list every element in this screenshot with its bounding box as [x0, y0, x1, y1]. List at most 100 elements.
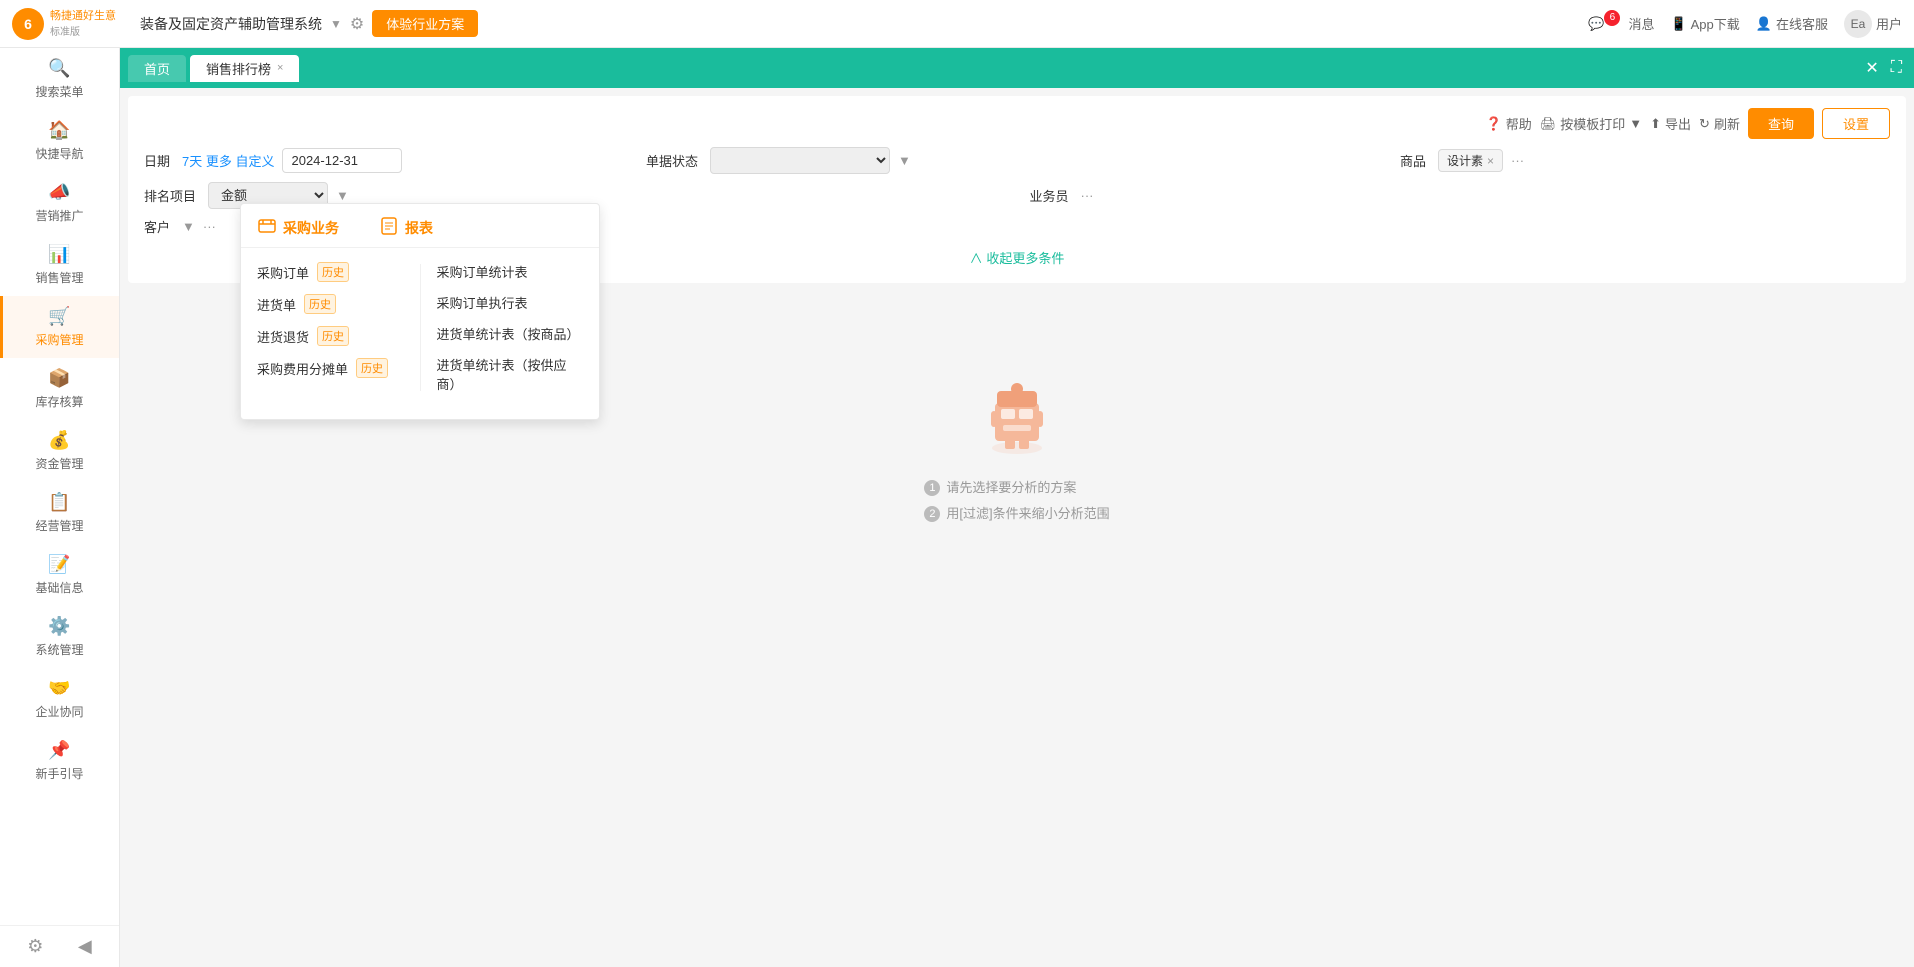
- sidebar-label-cooperation: 企业协同: [35, 703, 83, 720]
- purchase-col: 采购订单 历史 进货单 历史 进货退货 历史 采购费用分摊单 历史: [241, 256, 420, 399]
- print-dropdown-icon[interactable]: ▼: [1629, 116, 1642, 131]
- collapse-up-icon: ∧: [970, 251, 983, 266]
- logo-text: 畅捷通好生意: [50, 9, 116, 23]
- sidebar-item-capital[interactable]: 💰 资金管理: [0, 420, 119, 482]
- user-action[interactable]: Ea 用户: [1844, 10, 1902, 38]
- voucher-status-dropdown[interactable]: ▼: [898, 153, 911, 168]
- avatar-initial: Ea: [1851, 17, 1866, 31]
- avatar: Ea: [1844, 10, 1872, 38]
- system-gear-icon[interactable]: ⚙: [350, 14, 364, 34]
- receipt-by-goods-label: 进货单统计表（按商品）: [437, 324, 580, 343]
- voucher-status-label: 单据状态: [646, 151, 698, 170]
- tab-maximize-icon[interactable]: ⛶: [1887, 55, 1906, 81]
- tab-close-window-icon[interactable]: ✕: [1861, 54, 1882, 82]
- marketing-icon: 📣: [48, 182, 70, 203]
- menu-item-goods-return[interactable]: 进货退货 历史: [249, 320, 412, 352]
- menu-item-purchase-order[interactable]: 采购订单 历史: [249, 256, 412, 288]
- goods-tag-close[interactable]: ×: [1487, 154, 1494, 168]
- staff-more-icon[interactable]: ···: [1081, 188, 1094, 203]
- query-btn[interactable]: 查询: [1748, 108, 1814, 139]
- active-bar: [0, 296, 3, 358]
- online-service-action[interactable]: 👤 在线客服: [1756, 14, 1828, 33]
- menu-item-purchase-expense[interactable]: 采购费用分摊单 历史: [249, 352, 412, 384]
- help-label: 帮助: [1506, 114, 1532, 133]
- menu-header: 采购业务 报表: [241, 216, 599, 248]
- sales-icon: 📊: [48, 244, 70, 265]
- sidebar-label-quick: 快捷导航: [35, 145, 83, 162]
- customer-dropdown[interactable]: ▼: [182, 219, 195, 234]
- goods-tag-label: 设计素: [1447, 152, 1483, 169]
- tab-actions: ✕ ⛶: [1861, 54, 1906, 82]
- sidebar-item-purchase[interactable]: 🛒 采购管理: [0, 296, 119, 358]
- goods-tag[interactable]: 设计素 ×: [1438, 149, 1503, 172]
- goods-return-label: 进货退货: [257, 327, 309, 346]
- sidebar-item-quick[interactable]: 🏠 快捷导航: [0, 110, 119, 172]
- message-action[interactable]: 💬 6 消息: [1588, 14, 1654, 33]
- sidebar-label-inventory: 库存核算: [35, 393, 83, 410]
- settings-btn[interactable]: 设置: [1822, 108, 1890, 139]
- menu-columns: 采购订单 历史 进货单 历史 进货退货 历史 采购费用分摊单 历史: [241, 248, 599, 407]
- tab-close-icon[interactable]: ×: [277, 62, 283, 74]
- sidebar-label-sales: 销售管理: [35, 269, 83, 286]
- po-summary-label: 采购订单统计表: [437, 262, 528, 281]
- menu-item-po-summary[interactable]: 采购订单统计表: [429, 256, 592, 287]
- tip-num-1: 1: [924, 480, 940, 496]
- sidebar-settings-icon[interactable]: ⚙: [27, 936, 43, 957]
- menu-item-po-execution[interactable]: 采购订单执行表: [429, 287, 592, 318]
- tab-sales-ranking[interactable]: 销售排行榜 ×: [190, 55, 299, 82]
- message-label: 消息: [1628, 14, 1654, 33]
- goods-receipt-history: 历史: [304, 294, 336, 314]
- sidebar-collapse-icon[interactable]: ◀: [78, 936, 92, 957]
- sidebar-item-basic[interactable]: 📝 基础信息: [0, 544, 119, 606]
- sidebar-item-sales[interactable]: 📊 销售管理: [0, 234, 119, 296]
- empty-tip-2: 2 用[过滤]条件来缩小分析范围: [924, 501, 1109, 527]
- cooperation-icon: 🤝: [48, 678, 70, 699]
- sidebar-item-operations[interactable]: 📋 经营管理: [0, 482, 119, 544]
- sidebar-item-inventory[interactable]: 📦 库存核算: [0, 358, 119, 420]
- sidebar-item-cooperation[interactable]: 🤝 企业协同: [0, 668, 119, 730]
- sidebar-item-guide[interactable]: 📌 新手引导: [0, 730, 119, 792]
- rank-dropdown[interactable]: ▼: [336, 188, 349, 203]
- basic-icon: 📝: [48, 554, 70, 575]
- refresh-btn[interactable]: ↻ 刷新: [1699, 114, 1740, 133]
- system-dropdown-arrow[interactable]: ▼: [330, 17, 342, 31]
- sidebar-item-marketing[interactable]: 📣 营销推广: [0, 172, 119, 234]
- staff-label: 业务员: [1030, 186, 1069, 205]
- voucher-status-select[interactable]: [710, 147, 890, 174]
- tip-text-1: 请先选择要分析的方案: [946, 475, 1076, 501]
- purchase-section-title: 采购业务: [257, 216, 339, 239]
- goods-return-history: 历史: [317, 326, 349, 346]
- industry-btn[interactable]: 体验行业方案: [372, 10, 478, 37]
- print-btn[interactable]: 🖨 按模板打印 ▼: [1540, 114, 1642, 133]
- system-icon: ⚙️: [48, 616, 70, 637]
- export-btn[interactable]: ⬆ 导出: [1650, 114, 1691, 133]
- guide-icon: 📌: [48, 740, 70, 761]
- customer-more-icon[interactable]: ···: [203, 219, 216, 234]
- goods-label: 商品: [1400, 151, 1426, 170]
- main-layout: 🔍 搜索菜单 🏠 快捷导航 📣 营销推广 📊 销售管理 🛒 采购管理 📦 库存核…: [0, 48, 1914, 967]
- goods-control: 设计素 × ···: [1438, 149, 1890, 172]
- menu-item-receipt-by-goods[interactable]: 进货单统计表（按商品）: [429, 318, 592, 349]
- inventory-icon: 📦: [48, 368, 70, 389]
- tab-bar: 首页 销售排行榜 × ✕ ⛶: [120, 48, 1914, 88]
- collapse-label: 收起更多条件: [986, 251, 1064, 266]
- voucher-status-control: ▼: [710, 147, 1388, 174]
- sidebar-item-search[interactable]: 🔍 搜索菜单: [0, 48, 119, 110]
- sidebar-label-system: 系统管理: [35, 641, 83, 658]
- po-execution-label: 采购订单执行表: [437, 293, 528, 312]
- sidebar-label-capital: 资金管理: [35, 455, 83, 472]
- app-download-action[interactable]: 📱 App下载: [1670, 14, 1739, 33]
- rank-label: 排名项目: [144, 186, 196, 205]
- empty-illustration: [967, 363, 1067, 463]
- tab-home[interactable]: 首页: [128, 55, 186, 82]
- help-btn[interactable]: ❓ 帮助: [1486, 114, 1532, 133]
- sidebar-item-system[interactable]: ⚙️ 系统管理: [0, 606, 119, 668]
- system-name: 装备及固定资产辅助管理系统: [140, 14, 322, 34]
- goods-more-icon[interactable]: ···: [1511, 153, 1524, 168]
- date-input-end[interactable]: [282, 148, 402, 173]
- tab-sales-ranking-label: 销售排行榜: [206, 59, 271, 78]
- menu-item-receipt-by-supplier[interactable]: 进货单统计表（按供应商）: [429, 349, 592, 399]
- purchase-expense-label: 采购费用分摊单: [257, 359, 348, 378]
- menu-item-goods-receipt[interactable]: 进货单 历史: [249, 288, 412, 320]
- refresh-icon: ↻: [1699, 116, 1710, 132]
